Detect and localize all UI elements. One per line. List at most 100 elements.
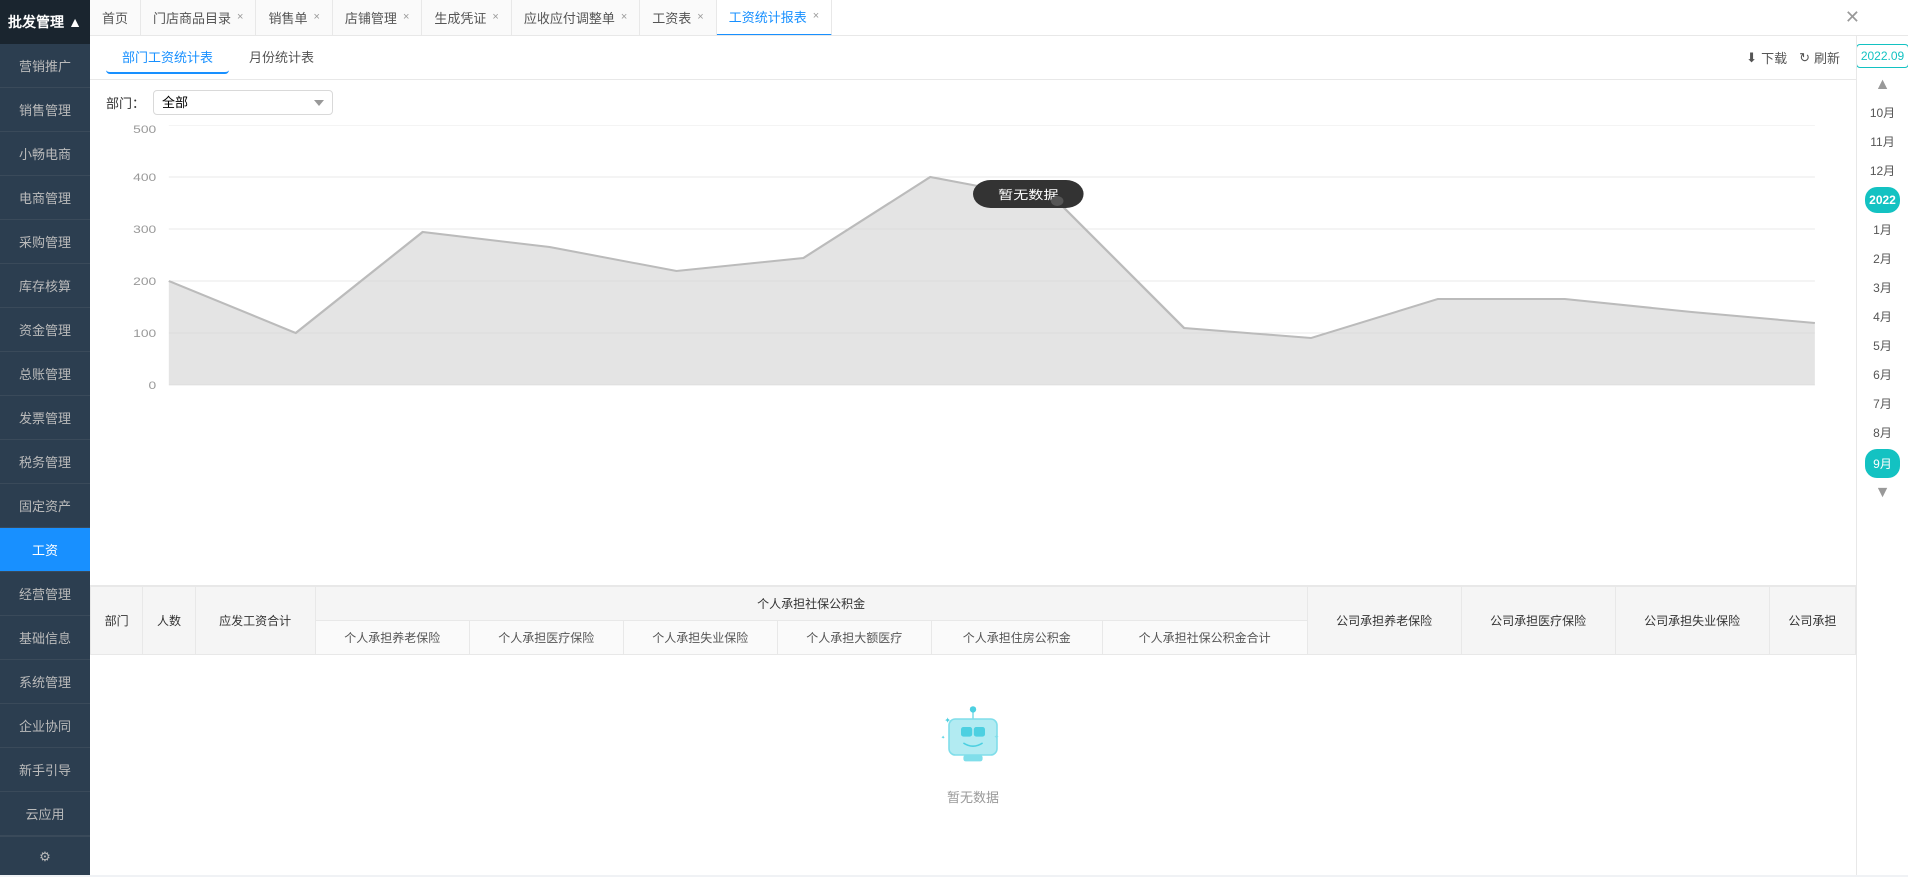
sidebar-item-固定资产[interactable]: 固定资产 — [0, 484, 90, 528]
tab-close-店铺管理[interactable]: × — [403, 12, 409, 23]
timeline-item-5月[interactable]: 5月 — [1859, 331, 1906, 360]
timeline-item-3月[interactable]: 3月 — [1859, 273, 1906, 302]
svg-text:300: 300 — [133, 223, 156, 235]
tab-工资表[interactable]: 工资表× — [640, 0, 716, 36]
timeline-item-7月[interactable]: 7月 — [1859, 389, 1906, 418]
sidebar-item-工资[interactable]: 工资 — [0, 528, 90, 572]
timeline-item-1月[interactable]: 1月 — [1859, 215, 1906, 244]
sidebar-item-发票管理[interactable]: 发票管理 — [0, 396, 90, 440]
svg-text:✦: ✦ — [994, 734, 999, 741]
sidebar-item-采购管理[interactable]: 采购管理 — [0, 220, 90, 264]
download-button[interactable]: ⬇ 下载 — [1746, 48, 1787, 67]
tab-首页[interactable]: 首页 — [90, 0, 141, 36]
chart-svg: 0 100 200 300 400 500 暂无数据 — [106, 125, 1840, 425]
sidebar-item-税务管理[interactable]: 税务管理 — [0, 440, 90, 484]
sub-tab-月份统计表[interactable]: 月份统计表 — [233, 41, 330, 74]
sidebar-header[interactable]: 批发管理 ▲ — [0, 0, 90, 44]
tab-生成凭证[interactable]: 生成凭证× — [422, 0, 511, 36]
col-personal-pension: 个人承担养老保险 — [315, 621, 469, 655]
timeline-down-icon[interactable]: ▼ — [1871, 480, 1895, 506]
sidebar-item-总账管理[interactable]: 总账管理 — [0, 352, 90, 396]
col-salary-total: 应发工资合计 — [195, 587, 315, 655]
download-icon: ⬇ — [1746, 50, 1757, 66]
tab-门店商品目录[interactable]: 门店商品目录× — [141, 0, 256, 36]
data-table: 部门 人数 应发工资合计 个人承担社保公积金 公司承担养老保险 公司承担医疗保险… — [90, 586, 1856, 655]
tab-店铺管理[interactable]: 店铺管理× — [333, 0, 422, 36]
timeline-item-9月[interactable]: 9月 — [1865, 449, 1900, 478]
sidebar-footer-gear[interactable]: ⚙ — [0, 836, 90, 877]
col-company-medical: 公司承担医疗保险 — [1461, 587, 1615, 655]
sidebar: 批发管理 ▲ 营销推广销售管理小畅电商电商管理采购管理库存核算资金管理总账管理发… — [0, 0, 90, 875]
timeline-panel: 2022.09 ▲ 10月11月12月20221月2月3月4月5月6月7月8月9… — [1856, 36, 1908, 875]
empty-icon: ✦ ✦ ✦ — [933, 695, 1013, 775]
svg-text:0: 0 — [149, 379, 157, 391]
sidebar-item-企业协同[interactable]: 企业协同 — [0, 704, 90, 748]
sidebar-item-资金管理[interactable]: 资金管理 — [0, 308, 90, 352]
sidebar-item-营销推广[interactable]: 营销推广 — [0, 44, 90, 88]
sidebar-item-小畅电商[interactable]: 小畅电商 — [0, 132, 90, 176]
col-personal-bigmedical: 个人承担大额医疗 — [777, 621, 931, 655]
svg-text:200: 200 — [133, 275, 156, 287]
dept-label: 部门： — [106, 93, 145, 112]
col-personal-group: 个人承担社保公积金 — [315, 587, 1307, 621]
tab-销售单[interactable]: 销售单× — [256, 0, 332, 36]
tab-close-门店商品目录[interactable]: × — [237, 12, 243, 23]
sidebar-item-销售管理[interactable]: 销售管理 — [0, 88, 90, 132]
svg-text:✦: ✦ — [941, 735, 945, 741]
tab-close-工资统计报表[interactable]: × — [813, 11, 819, 22]
sidebar-item-电商管理[interactable]: 电商管理 — [0, 176, 90, 220]
tab-close-生成凭证[interactable]: × — [492, 12, 498, 23]
timeline-item-4月[interactable]: 4月 — [1859, 302, 1906, 331]
refresh-label: 刷新 — [1814, 48, 1840, 67]
empty-state: ✦ ✦ ✦ 暂无数据 — [90, 655, 1856, 846]
sidebar-item-新手引导[interactable]: 新手引导 — [0, 748, 90, 792]
svg-text:400: 400 — [133, 171, 156, 183]
col-company-unemploy: 公司承担失业保险 — [1615, 587, 1769, 655]
col-personal-medical: 个人承担医疗保险 — [469, 621, 623, 655]
tab-bar-actions: ✕ — [1845, 7, 1868, 28]
sidebar-item-基础信息[interactable]: 基础信息 — [0, 616, 90, 660]
tab-close-工资表[interactable]: × — [697, 12, 703, 23]
timeline-item-2月[interactable]: 2月 — [1859, 244, 1906, 273]
timeline-up-icon[interactable]: ▲ — [1871, 72, 1895, 98]
tab-应收应付调整单[interactable]: 应收应付调整单× — [512, 0, 640, 36]
svg-text:✦: ✦ — [944, 716, 951, 725]
chart-dot — [1051, 196, 1064, 206]
sidebar-item-云应用[interactable]: 云应用 — [0, 792, 90, 836]
tab-close-应收应付调整单[interactable]: × — [621, 12, 627, 23]
timeline-item-10月[interactable]: 10月 — [1859, 98, 1906, 127]
sub-tab-actions: ⬇ 下载 ↻ 刷新 — [1746, 48, 1840, 67]
sidebar-items: 营销推广销售管理小畅电商电商管理采购管理库存核算资金管理总账管理发票管理税务管理… — [0, 44, 90, 836]
col-people: 人数 — [143, 587, 195, 655]
chart-container: 0 100 200 300 400 500 暂无数据 — [90, 125, 1856, 585]
download-label: 下载 — [1761, 48, 1787, 67]
sub-tab-部门工资统计表[interactable]: 部门工资统计表 — [106, 41, 229, 74]
refresh-button[interactable]: ↻ 刷新 — [1799, 48, 1840, 67]
sidebar-item-系统管理[interactable]: 系统管理 — [0, 660, 90, 704]
refresh-icon: ↻ — [1799, 50, 1810, 66]
sidebar-item-经营管理[interactable]: 经营管理 — [0, 572, 90, 616]
sub-tabs: 部门工资统计表月份统计表 — [106, 41, 330, 74]
timeline-item-8月[interactable]: 8月 — [1859, 418, 1906, 447]
col-personal-unemploy: 个人承担失业保险 — [623, 621, 777, 655]
timeline-item-6月[interactable]: 6月 — [1859, 360, 1906, 389]
timeline-item-12月[interactable]: 12月 — [1859, 156, 1906, 185]
close-tab-icon[interactable]: ✕ — [1845, 7, 1860, 28]
sidebar-toggle-icon: ▲ — [68, 14, 82, 30]
tab-bar: 首页门店商品目录×销售单×店铺管理×生成凭证×应收应付调整单×工资表×工资统计报… — [90, 0, 1908, 36]
tab-close-销售单[interactable]: × — [313, 12, 319, 23]
col-personal-total: 个人承担社保公积金合计 — [1102, 621, 1307, 655]
tab-items: 首页门店商品目录×销售单×店铺管理×生成凭证×应收应付调整单×工资表×工资统计报… — [90, 0, 832, 36]
sidebar-item-库存核算[interactable]: 库存核算 — [0, 264, 90, 308]
table-container[interactable]: 部门 人数 应发工资合计 个人承担社保公积金 公司承担养老保险 公司承担医疗保险… — [90, 585, 1856, 875]
col-personal-housing: 个人承担住房公积金 — [931, 621, 1102, 655]
dept-select[interactable]: 全部 — [153, 90, 333, 115]
timeline-items: 10月11月12月20221月2月3月4月5月6月7月8月9月 — [1859, 98, 1906, 480]
timeline-item-2022[interactable]: 2022 — [1865, 187, 1900, 213]
timeline-item-11月[interactable]: 11月 — [1859, 127, 1906, 156]
chart-tooltip: 暂无数据 — [998, 188, 1059, 201]
tab-工资统计报表[interactable]: 工资统计报表× — [717, 0, 832, 36]
main-area: 首页门店商品目录×销售单×店铺管理×生成凭证×应收应付调整单×工资表×工资统计报… — [90, 0, 1908, 875]
svg-text:100: 100 — [133, 327, 156, 339]
svg-text:500: 500 — [133, 125, 156, 136]
